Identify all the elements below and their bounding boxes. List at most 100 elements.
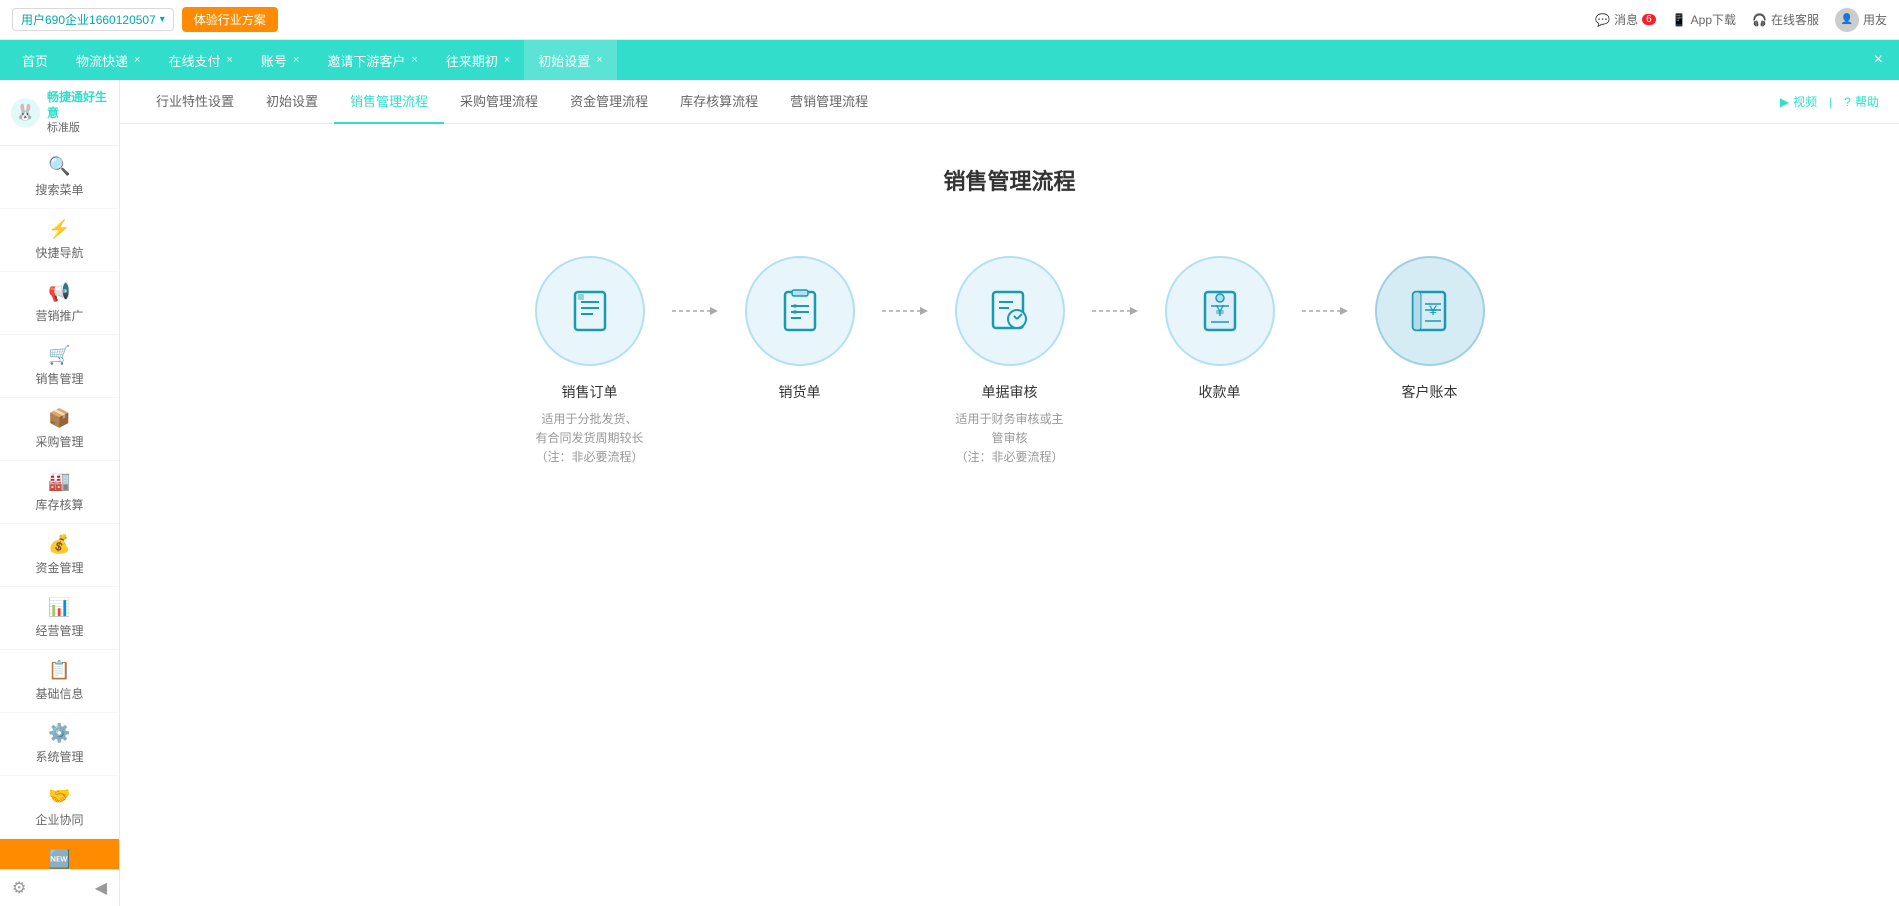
step-audit-desc: 适用于财务审核或主管审核（注：非必要流程） (955, 410, 1063, 468)
flow-step-receipt: ¥ 收款单 (1140, 256, 1300, 410)
subtab-inventory-flow-label: 库存核算流程 (680, 91, 758, 110)
sidebar-item-marketing[interactable]: 📢 营销推广 (0, 272, 119, 335)
flow-arrow-1 (670, 256, 720, 321)
video-button[interactable]: ▶ 视频 (1780, 93, 1817, 110)
app-download-button[interactable]: 📱 App下载 (1672, 11, 1736, 28)
marketing-icon: 📢 (48, 282, 70, 303)
subtab-initial[interactable]: 初始设置 (250, 80, 334, 124)
flow-arrow-3 (1090, 256, 1140, 321)
sidebar-item-finance[interactable]: 💰 资金管理 (0, 524, 119, 587)
logo-text: 畅捷通好生意 标准版 (47, 90, 109, 135)
collab-icon: 🤝 (48, 786, 70, 807)
subtab-purchase-flow[interactable]: 采购管理流程 (444, 80, 554, 124)
user-label: 用户690企业1660120507 (21, 11, 156, 28)
tab-initial-setup[interactable]: 初始设置 × (524, 40, 616, 80)
collapse-icon[interactable]: ◀ (95, 878, 107, 898)
flow-circle-sales-order[interactable] (535, 256, 645, 366)
flow-circle-ledger[interactable]: ¥ (1375, 256, 1485, 366)
arrow-icon-4 (1300, 301, 1350, 321)
flow-step-audit: 单据审核 适用于财务审核或主管审核（注：非必要流程） (930, 256, 1090, 468)
sidebar-label-system: 系统管理 (35, 748, 83, 765)
tab-home-label: 首页 (22, 51, 48, 70)
sidebar-item-sales[interactable]: 🛒 销售管理 (0, 335, 119, 398)
tab-account[interactable]: 账号 × (247, 40, 313, 80)
tab-initial-setup-close[interactable]: × (596, 54, 602, 66)
tab-payment-close[interactable]: × (226, 54, 232, 66)
sidebar-label-sales: 销售管理 (35, 370, 83, 387)
tab-payment-label: 在线支付 (168, 51, 220, 70)
tab-invite[interactable]: 邀请下游客户 × (313, 40, 431, 80)
sidebar-item-guide[interactable]: 🆕 新手引导 (0, 839, 119, 869)
close-all-tabs[interactable]: × (1866, 51, 1891, 69)
sidebar-bottom: ⚙ ◀ (0, 869, 119, 906)
customer-service-button[interactable]: 🎧 在线客服 (1752, 11, 1819, 28)
nav-tabs: 首页 物流快递 × 在线支付 × 账号 × 邀请下游客户 × 往来期初 × 初始… (0, 40, 1899, 80)
step-receipt-name: 收款单 (1199, 382, 1241, 402)
sidebar-label-collab: 企业协同 (35, 811, 83, 828)
tab-period-label: 往来期初 (446, 51, 498, 70)
brand-version: 标准版 (47, 121, 109, 135)
user-menu[interactable]: 👤 用友 (1835, 8, 1887, 32)
tab-account-close[interactable]: × (293, 54, 299, 66)
flow-circle-audit[interactable] (955, 256, 1065, 366)
sidebar-item-collab[interactable]: 🤝 企业协同 (0, 776, 119, 839)
flow-circle-receipt[interactable]: ¥ (1165, 256, 1275, 366)
tab-payment[interactable]: 在线支付 × (154, 40, 246, 80)
subtab-finance-flow-label: 资金管理流程 (570, 91, 648, 110)
sidebar-item-basic[interactable]: 📋 基础信息 (0, 650, 119, 713)
tab-logistics-close[interactable]: × (134, 54, 140, 66)
subtab-purchase-flow-label: 采购管理流程 (460, 91, 538, 110)
basic-icon: 📋 (48, 660, 70, 681)
finance-icon: 💰 (48, 534, 70, 555)
subtab-marketing-flow[interactable]: 营销管理流程 (774, 80, 884, 124)
arrow-icon-3 (1090, 301, 1140, 321)
subtab-industry-label: 行业特性设置 (156, 91, 234, 110)
tab-invite-close[interactable]: × (411, 54, 417, 66)
step-sales-order-desc: 适用于分批发货、有合同发货周期较长（注：非必要流程） (535, 410, 643, 468)
step-delivery-name: 销货单 (779, 382, 821, 402)
sidebar-item-operation[interactable]: 📊 经营管理 (0, 587, 119, 650)
video-icon: ▶ (1780, 95, 1789, 109)
search-icon: 🔍 (48, 156, 70, 177)
sidebar-item-purchase[interactable]: 📦 采购管理 (0, 398, 119, 461)
sidebar-logo: 🐰 畅捷通好生意 标准版 (0, 80, 119, 146)
system-icon: ⚙️ (48, 723, 70, 744)
sidebar-item-system[interactable]: ⚙️ 系统管理 (0, 713, 119, 776)
service-label: 在线客服 (1771, 11, 1819, 28)
tab-home[interactable]: 首页 (8, 40, 62, 80)
sidebar-item-quicknav[interactable]: ⚡ 快捷导航 (0, 209, 119, 272)
video-label: 视频 (1793, 93, 1817, 110)
flow-step-ledger: ¥ 客户账本 (1350, 256, 1510, 410)
inventory-icon: 🏭 (48, 471, 70, 492)
trial-button[interactable]: 体验行业方案 (182, 7, 278, 32)
sub-tabs: 行业特性设置 初始设置 销售管理流程 采购管理流程 资金管理流程 库存核算流程 … (120, 80, 1899, 124)
help-button[interactable]: ? 帮助 (1844, 93, 1879, 110)
sidebar-item-search[interactable]: 🔍 搜索菜单 (0, 146, 119, 209)
sidebar-item-inventory[interactable]: 🏭 库存核算 (0, 461, 119, 524)
settings-bottom-icon[interactable]: ⚙ (12, 878, 26, 898)
sales-icon: 🛒 (48, 345, 70, 366)
user-selector[interactable]: 用户690企业1660120507 ▾ (12, 8, 174, 31)
sidebar-label-marketing: 营销推广 (35, 307, 83, 324)
step-ledger-name: 客户账本 (1402, 382, 1458, 402)
flow-circle-delivery[interactable] (745, 256, 855, 366)
app-label: App下载 (1691, 11, 1736, 28)
message-icon: 💬 (1595, 13, 1610, 27)
tab-account-label: 账号 (261, 51, 287, 70)
flow-title: 销售管理流程 (140, 164, 1879, 196)
message-button[interactable]: 💬 消息 6 (1595, 11, 1656, 28)
audit-icon (985, 286, 1035, 336)
tab-period-close[interactable]: × (504, 54, 510, 66)
subtab-finance-flow[interactable]: 资金管理流程 (554, 80, 664, 124)
logo-icon: 🐰 (10, 95, 41, 131)
subtab-marketing-flow-label: 营销管理流程 (790, 91, 868, 110)
sidebar-items: 🔍 搜索菜单 ⚡ 快捷导航 📢 营销推广 🛒 销售管理 📦 采购管理 🏭 (0, 146, 119, 869)
subtab-industry[interactable]: 行业特性设置 (140, 80, 250, 124)
tab-period[interactable]: 往来期初 × (432, 40, 524, 80)
guide-icon: 🆕 (48, 849, 70, 869)
subtab-inventory-flow[interactable]: 库存核算流程 (664, 80, 774, 124)
flow-arrow-2 (880, 256, 930, 321)
tab-logistics[interactable]: 物流快递 × (62, 40, 154, 80)
subtab-sales-flow[interactable]: 销售管理流程 (334, 80, 444, 124)
sidebar-label-basic: 基础信息 (35, 685, 83, 702)
